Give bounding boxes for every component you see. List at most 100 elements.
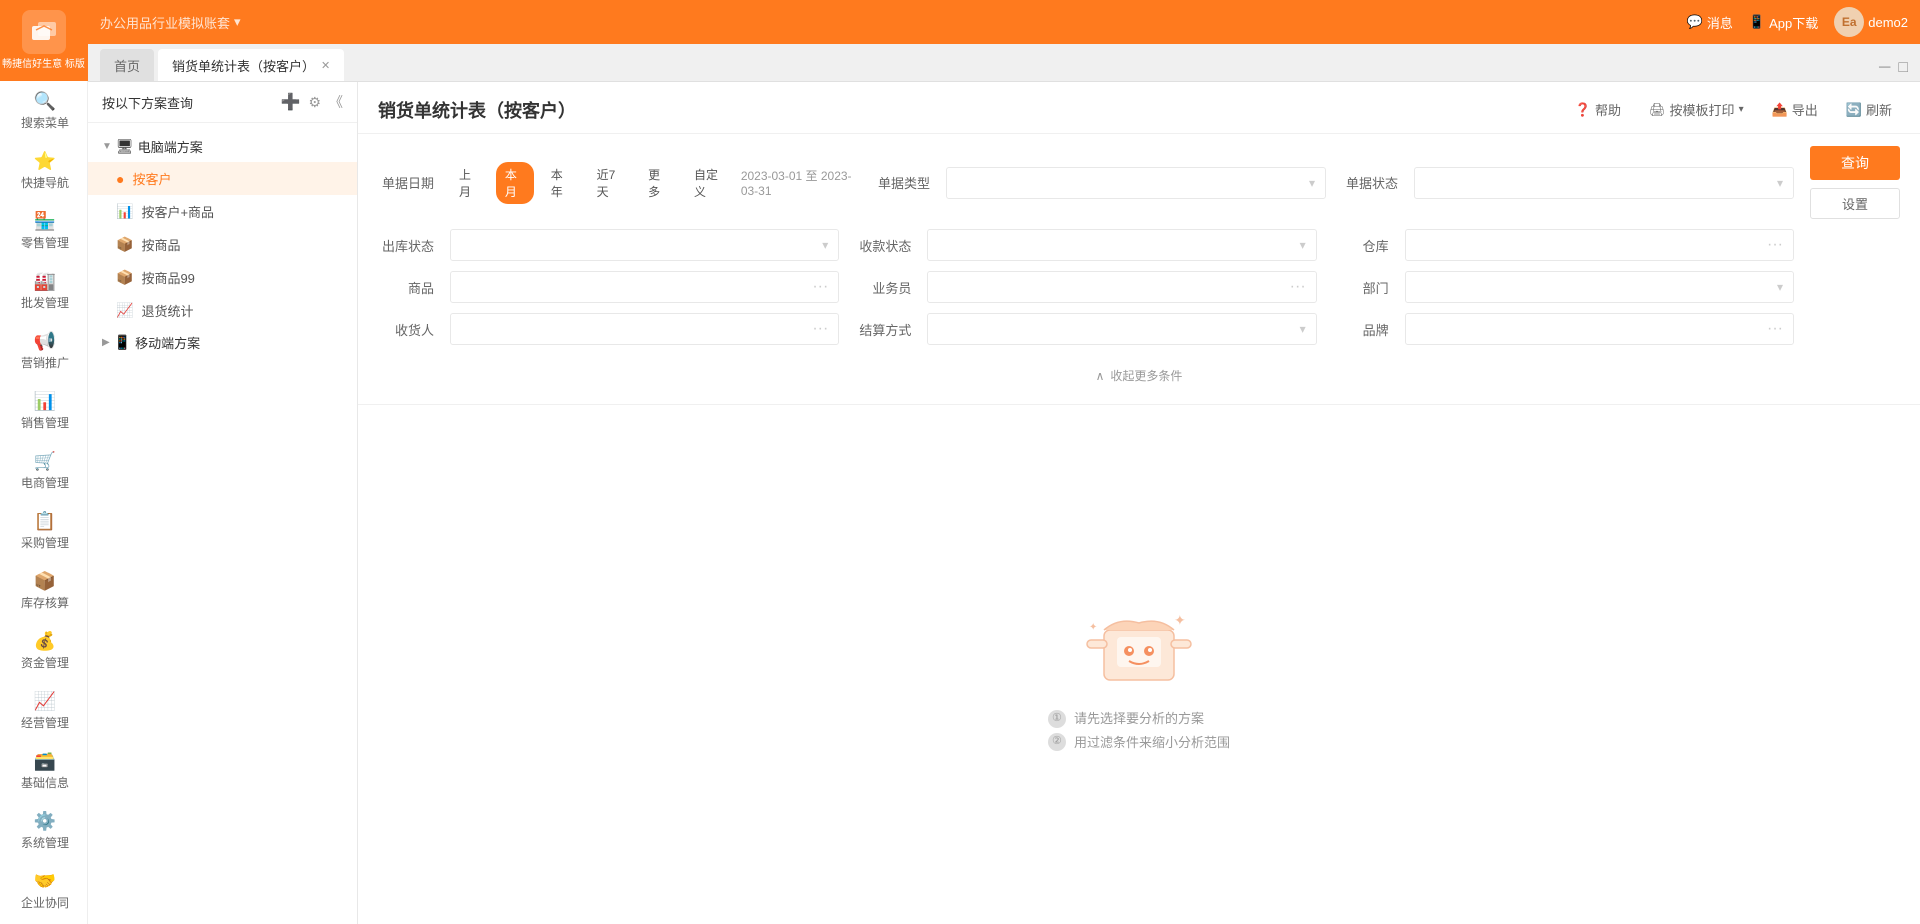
message-btn[interactable]: 💬 消息	[1687, 13, 1733, 32]
payment-chevron-icon: ▾	[1300, 322, 1306, 336]
sidebar-item-basic[interactable]: 🗃️ 基础信息	[0, 741, 87, 801]
sidebar-item-sales[interactable]: 📊 销售管理	[0, 381, 87, 441]
receivestatus-field[interactable]: ▾	[927, 229, 1316, 261]
business-icon: 📈	[34, 691, 56, 712]
settings-button[interactable]: 设置	[1810, 188, 1900, 219]
schema-item-by-goods[interactable]: 📦 按商品	[88, 228, 357, 261]
download-icon: 📱	[1749, 14, 1765, 30]
doctype-field[interactable]: ▾	[946, 167, 1326, 199]
app-breadcrumb[interactable]: 办公用品行业模拟账套 ▾	[100, 13, 241, 32]
add-schema-btn[interactable]: ➕	[281, 92, 301, 112]
sidebar-item-enterprise-label: 企业协同	[21, 894, 69, 911]
query-button[interactable]: 查询	[1810, 146, 1900, 180]
sidebar-item-purchase[interactable]: 📋 采购管理	[0, 501, 87, 561]
goods-field[interactable]: ···	[450, 271, 839, 303]
breadcrumb-chevron-icon: ▾	[234, 14, 241, 30]
schema-group-mobile-title[interactable]: ▶ 📱 移动端方案	[88, 327, 357, 358]
sidebar-item-inventory[interactable]: 📦 库存核算	[0, 561, 87, 621]
message-label: 消息	[1707, 13, 1733, 32]
by-customer-goods-label: 按客户+商品	[141, 202, 214, 221]
empty-illustration: ✦ ✦	[1079, 575, 1199, 695]
return-stat-label: 退货统计	[141, 301, 193, 320]
sidebar-item-ecommerce[interactable]: 🛒 电商管理	[0, 441, 87, 501]
left-panel: 按以下方案查询 ➕ ⚙ 《 ▼ 🖥 电脑端方案 ● 按客户	[88, 82, 358, 924]
by-customer-goods-icon: 📊	[116, 203, 133, 220]
download-btn[interactable]: 📱 App下载	[1749, 13, 1818, 32]
salesperson-field[interactable]: ···	[927, 271, 1316, 303]
shortcuts-icon: ⭐	[34, 151, 56, 172]
sidebar-item-marketing-label: 营销推广	[21, 354, 69, 371]
date-btn-more[interactable]: 更多	[639, 162, 677, 204]
mobile-group-arrow-icon: ▶	[102, 337, 110, 348]
sidebar-item-shortcuts[interactable]: ⭐ 快捷导航	[0, 141, 87, 201]
help-label: 帮助	[1595, 100, 1621, 119]
sidebar-item-search[interactable]: 🔍 搜索菜单	[0, 81, 87, 141]
warehouse-field[interactable]: ···	[1405, 229, 1794, 261]
department-field[interactable]: ▾	[1405, 271, 1794, 303]
schema-group-pc-title[interactable]: ▼ 🖥 电脑端方案	[88, 131, 357, 162]
schema-item-by-customer[interactable]: ● 按客户	[88, 162, 357, 195]
user-menu[interactable]: Ea demo2	[1834, 7, 1908, 37]
window-minimize-icon[interactable]: ─	[1879, 59, 1890, 77]
purchase-icon: 📋	[34, 511, 56, 532]
sidebar-item-finance[interactable]: 💰 资金管理	[0, 621, 87, 681]
date-btn-thismonth[interactable]: 本月	[496, 162, 534, 204]
department-chevron-icon: ▾	[1777, 280, 1783, 294]
app-name-text: 办公用品行业模拟账套	[100, 13, 230, 32]
group-pc-icon: 🖥	[116, 138, 134, 155]
department-label: 部门	[1333, 278, 1389, 297]
docstatus-label: 单据状态	[1342, 173, 1398, 192]
tab-close-icon[interactable]: ✕	[321, 59, 330, 72]
sidebar-item-enterprise[interactable]: 🤝 企业协同	[0, 861, 87, 921]
print-chevron-icon: ▾	[1739, 104, 1744, 115]
mobile-group-icon: 📱	[114, 334, 131, 351]
date-btn-7days[interactable]: 近7天	[588, 162, 631, 204]
marketing-icon: 📢	[34, 331, 56, 352]
sidebar-item-retail[interactable]: 🏪 零售管理	[0, 201, 87, 261]
print-btn[interactable]: 🖨 按模板打印 ▾	[1641, 96, 1752, 123]
doctype-label: 单据类型	[874, 173, 930, 192]
goods-dots-icon: ···	[812, 278, 828, 296]
content-area: 按以下方案查询 ➕ ⚙ 《 ▼ 🖥 电脑端方案 ● 按客户	[88, 82, 1920, 924]
refresh-btn[interactable]: 🔄 刷新	[1838, 96, 1900, 123]
svg-text:✦: ✦	[1089, 622, 1097, 633]
schema-item-return-stat[interactable]: 📈 退货统计	[88, 294, 357, 327]
export-btn[interactable]: 📤 导出	[1764, 96, 1826, 123]
logo-text: 畅捷信好生意 标版	[2, 58, 85, 71]
sidebar-item-inventory-label: 库存核算	[21, 594, 69, 611]
schema-item-by-goods99[interactable]: 📦 按商品99	[88, 261, 357, 294]
date-btn-lastmonth[interactable]: 上月	[450, 162, 488, 204]
window-maximize-icon[interactable]: □	[1898, 59, 1908, 77]
refresh-label: 刷新	[1866, 100, 1892, 119]
sidebar-item-business[interactable]: 📈 经营管理	[0, 681, 87, 741]
tab-sales-stat-label: 销货单统计表（按客户）	[172, 56, 315, 75]
tab-sales-stat[interactable]: 销货单统计表（按客户） ✕	[158, 49, 344, 81]
settings-schema-btn[interactable]: ⚙	[308, 94, 321, 111]
receivestatus-label: 收款状态	[855, 236, 911, 255]
docstatus-field[interactable]: ▾	[1414, 167, 1794, 199]
tab-home[interactable]: 首页	[100, 49, 154, 81]
date-btn-thisyear[interactable]: 本年	[542, 162, 580, 204]
sidebar-item-system[interactable]: ⚙️ 系统管理	[0, 801, 87, 861]
payment-field[interactable]: ▾	[927, 313, 1316, 345]
brand-label: 品牌	[1333, 320, 1389, 339]
svg-text:✦: ✦	[1174, 612, 1186, 628]
schema-item-by-customer-goods[interactable]: 📊 按客户+商品	[88, 195, 357, 228]
hint-item-2: ② 用过滤条件来缩小分析范围	[1048, 731, 1230, 754]
salesperson-label: 业务员	[855, 278, 911, 297]
sidebar-item-marketing[interactable]: 📢 营销推广	[0, 321, 87, 381]
page-header-actions: ❓ 帮助 🖨 按模板打印 ▾ 📤 导出 🔄 刷新	[1567, 96, 1900, 123]
receiver-field[interactable]: ···	[450, 313, 839, 345]
brand-field[interactable]: ···	[1405, 313, 1794, 345]
help-btn[interactable]: ❓ 帮助	[1567, 96, 1629, 123]
filter-row-4: 收货人 ··· 结算方式 ▾ 品牌 ···	[378, 313, 1900, 345]
warehouse-dots-icon: ···	[1767, 236, 1783, 254]
collapse-panel-btn[interactable]: 《	[329, 92, 343, 112]
receiver-label: 收货人	[378, 320, 434, 339]
collapse-more-btn[interactable]: ∧ 收起更多条件	[1088, 359, 1191, 392]
outstatus-field[interactable]: ▾	[450, 229, 839, 261]
hint-num-2: ②	[1048, 733, 1066, 751]
sidebar-item-finance-label: 资金管理	[21, 654, 69, 671]
sidebar-item-wholesale[interactable]: 🏭 批发管理	[0, 261, 87, 321]
date-btn-custom[interactable]: 自定义	[685, 162, 733, 204]
